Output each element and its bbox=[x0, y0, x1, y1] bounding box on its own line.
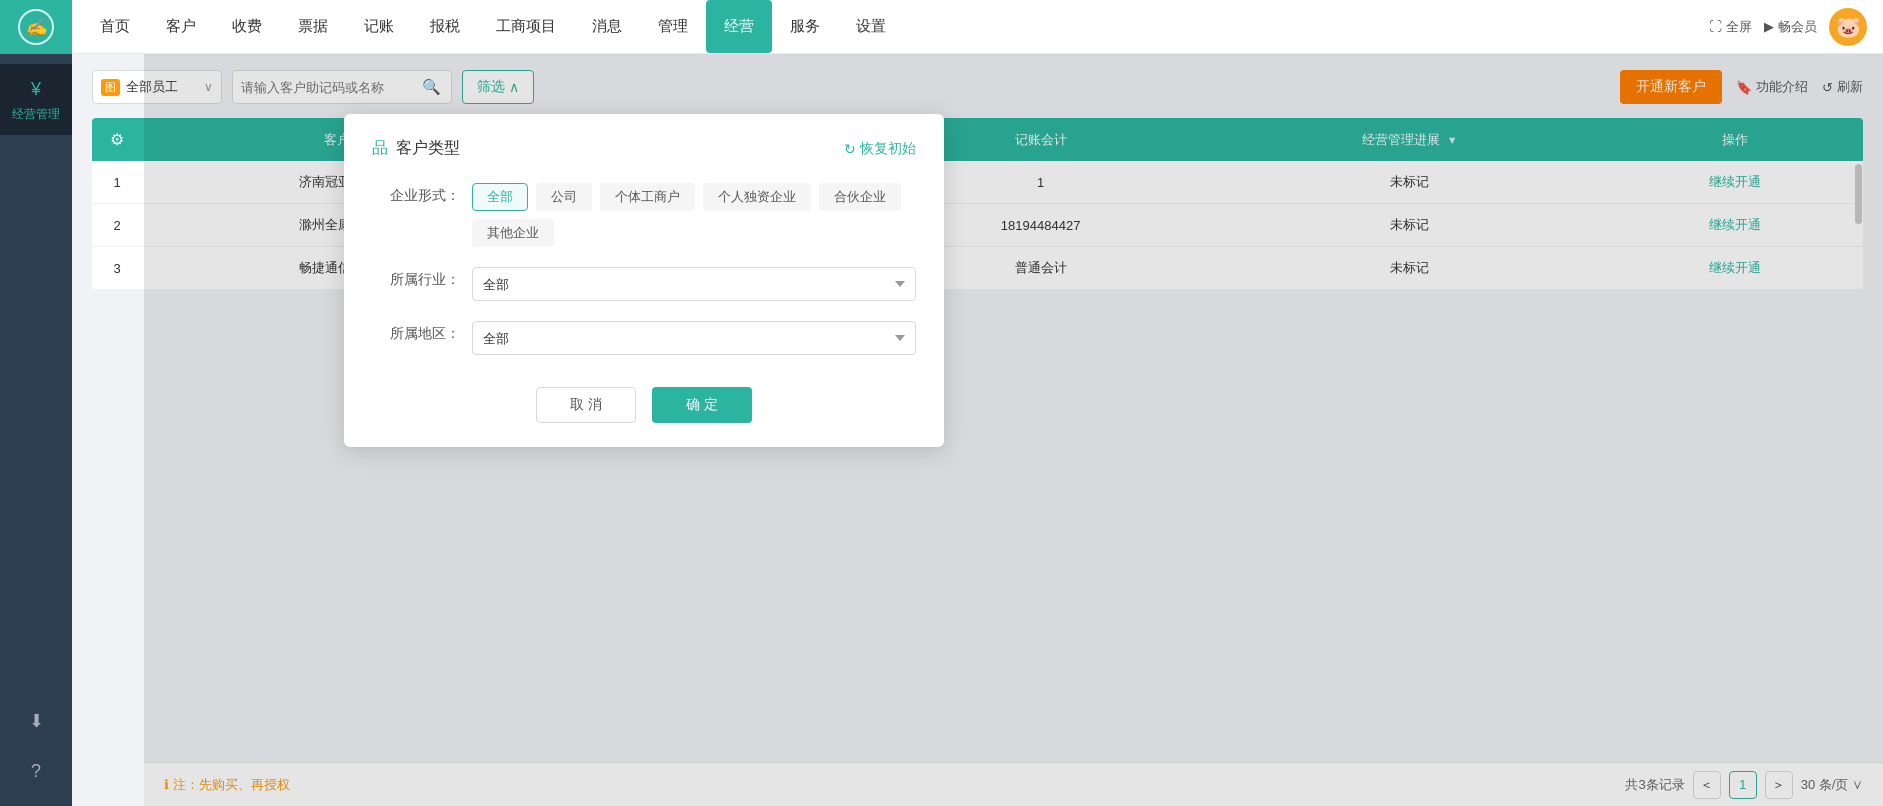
cancel-button[interactable]: 取 消 bbox=[536, 387, 636, 423]
fullscreen-label: 全屏 bbox=[1726, 18, 1752, 36]
settings-header: ⚙ bbox=[92, 118, 142, 161]
fullscreen-button[interactable]: ⛶ 全屏 bbox=[1709, 18, 1752, 36]
vip-icon: ▶ bbox=[1764, 19, 1774, 34]
region-label: 所属地区： bbox=[372, 321, 472, 343]
employee-icon: 图 bbox=[101, 79, 120, 96]
vip-button[interactable]: ▶ 畅会员 bbox=[1764, 18, 1817, 36]
nav-item-account[interactable]: 记账 bbox=[346, 0, 412, 53]
nav-items: 首页 客户 收费 票据 记账 报税 工商项目 消息 管理 经营 服务 设置 bbox=[72, 0, 1709, 53]
modal-reset-button[interactable]: ↻ 恢复初始 bbox=[844, 140, 916, 158]
tag-company[interactable]: 公司 bbox=[536, 183, 592, 211]
modal-body: 企业形式： 全部 公司 个体工商户 个人独资企业 合伙企业 其他企业 bbox=[372, 183, 916, 355]
nav-item-message[interactable]: 消息 bbox=[574, 0, 640, 53]
sidebar: ¥ 经营管理 ⬇ ? bbox=[0, 54, 72, 806]
enterprise-tag-group: 全部 公司 个体工商户 个人独资企业 合伙企业 其他企业 bbox=[472, 183, 916, 247]
nav-item-customer[interactable]: 客户 bbox=[148, 0, 214, 53]
industry-label: 所属行业： bbox=[372, 267, 472, 289]
region-select[interactable]: 全部 bbox=[472, 321, 916, 355]
enterprise-form-row: 企业形式： 全部 公司 个体工商户 个人独资企业 合伙企业 其他企业 bbox=[372, 183, 916, 247]
sidebar-bottom: ⬇ ? bbox=[0, 696, 72, 806]
nav-item-home[interactable]: 首页 bbox=[82, 0, 148, 53]
industry-select-wrap: 全部 bbox=[472, 267, 916, 301]
row-index-3: 3 bbox=[92, 247, 142, 290]
region-select-wrap: 全部 bbox=[472, 321, 916, 355]
modal-footer: 取 消 确 定 bbox=[372, 387, 916, 423]
sidebar-item-label: 经营管理 bbox=[12, 106, 60, 123]
sidebar-item-download[interactable]: ⬇ bbox=[0, 696, 72, 746]
nav-item-manage[interactable]: 管理 bbox=[640, 0, 706, 53]
tag-individual[interactable]: 个体工商户 bbox=[600, 183, 695, 211]
sidebar-item-help[interactable]: ? bbox=[0, 746, 72, 796]
region-form-row: 所属地区： 全部 bbox=[372, 321, 916, 355]
modal-title: 品 客户类型 bbox=[372, 138, 460, 159]
row-index-1: 1 bbox=[92, 161, 142, 204]
logo-icon: ✍ bbox=[18, 9, 54, 45]
enterprise-form-label: 企业形式： bbox=[372, 183, 472, 205]
nav-item-settings[interactable]: 设置 bbox=[838, 0, 904, 53]
avatar[interactable]: 🐷 bbox=[1829, 8, 1867, 46]
row-index-2: 2 bbox=[92, 204, 142, 247]
filter-modal: 品 客户类型 ↻ 恢复初始 企业形式： 全部 公司 个体工商户 bbox=[344, 114, 944, 447]
modal-header: 品 客户类型 ↻ 恢复初始 bbox=[372, 138, 916, 159]
help-icon: ? bbox=[23, 758, 49, 784]
modal-overlay: 品 客户类型 ↻ 恢复初始 企业形式： 全部 公司 个体工商户 bbox=[144, 54, 1883, 806]
modal-title-icon: 品 bbox=[372, 138, 388, 159]
modal-title-text: 客户类型 bbox=[396, 138, 460, 159]
tag-other[interactable]: 其他企业 bbox=[472, 219, 554, 247]
settings-icon[interactable]: ⚙ bbox=[110, 131, 124, 148]
confirm-button[interactable]: 确 定 bbox=[652, 387, 752, 423]
enterprise-form-content: 全部 公司 个体工商户 个人独资企业 合伙企业 其他企业 bbox=[472, 183, 916, 247]
vip-label: 畅会员 bbox=[1778, 18, 1817, 36]
nav-item-service[interactable]: 服务 bbox=[772, 0, 838, 53]
logo-area: ✍ bbox=[0, 0, 72, 54]
download-icon: ⬇ bbox=[23, 708, 49, 734]
reset-icon: ↻ bbox=[844, 141, 856, 157]
nav-item-fee[interactable]: 收费 bbox=[214, 0, 280, 53]
main-content: 图 全部员工 ∨ 🔍 筛选 ∧ 开通新客户 🔖 功能介绍 ↺ 刷 bbox=[72, 54, 1883, 806]
sidebar-item-operation[interactable]: ¥ 经营管理 bbox=[0, 64, 72, 135]
nav-item-tax[interactable]: 报税 bbox=[412, 0, 478, 53]
nav-item-operation[interactable]: 经营 bbox=[706, 0, 772, 53]
tag-all[interactable]: 全部 bbox=[472, 183, 528, 211]
fullscreen-icon: ⛶ bbox=[1709, 19, 1722, 34]
nav-item-business[interactable]: 工商项目 bbox=[478, 0, 574, 53]
top-nav: ✍ 首页 客户 收费 票据 记账 报税 工商项目 消息 管理 经营 服务 设置 … bbox=[0, 0, 1883, 54]
tag-sole[interactable]: 个人独资企业 bbox=[703, 183, 811, 211]
industry-form-row: 所属行业： 全部 bbox=[372, 267, 916, 301]
reset-label: 恢复初始 bbox=[860, 140, 916, 158]
nav-right: ⛶ 全屏 ▶ 畅会员 🐷 bbox=[1709, 8, 1883, 46]
nav-item-bill[interactable]: 票据 bbox=[280, 0, 346, 53]
industry-select[interactable]: 全部 bbox=[472, 267, 916, 301]
yuan-icon: ¥ bbox=[23, 76, 49, 102]
tag-partnership[interactable]: 合伙企业 bbox=[819, 183, 901, 211]
